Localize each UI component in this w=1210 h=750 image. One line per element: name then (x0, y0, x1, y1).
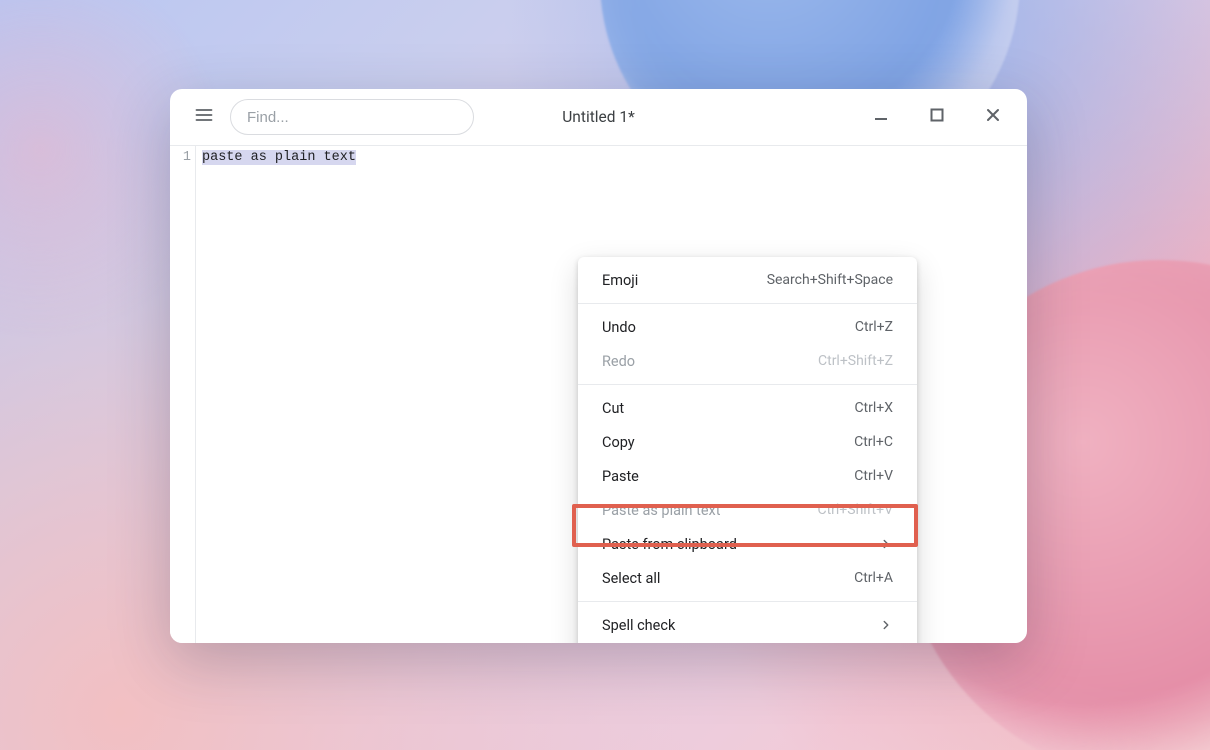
menu-item-label: Redo (602, 353, 635, 370)
menu-item-label: Undo (602, 319, 636, 336)
toolbar: Untitled 1* (170, 89, 1027, 145)
hamburger-icon (194, 105, 214, 129)
line-number: 1 (170, 150, 191, 165)
menu-item-paste-from-clipboard[interactable]: Paste from clipboard (578, 527, 917, 561)
window-controls (867, 103, 1013, 131)
menu-separator (578, 303, 917, 304)
menu-item-shortcut: Ctrl+C (854, 434, 893, 450)
menu-item-shortcut: Ctrl+Shift+V (817, 502, 893, 518)
menu-item-shortcut: Ctrl+X (854, 400, 893, 416)
search-field[interactable] (230, 99, 474, 135)
menu-item-shortcut: Ctrl+Z (855, 319, 893, 335)
menu-item-redo: Redo Ctrl+Shift+Z (578, 344, 917, 378)
menu-item-copy[interactable]: Copy Ctrl+C (578, 425, 917, 459)
menu-item-label: Select all (602, 570, 660, 587)
menu-item-paste[interactable]: Paste Ctrl+V (578, 459, 917, 493)
menu-separator (578, 601, 917, 602)
window-title: Untitled 1* (562, 108, 634, 126)
minimize-icon (873, 107, 889, 127)
text-editor-window: Untitled 1* (170, 89, 1027, 643)
selected-text: paste as plain text (202, 150, 356, 165)
menu-item-label: Cut (602, 400, 624, 417)
menu-item-emoji[interactable]: Emoji Search+Shift+Space (578, 263, 917, 297)
menu-item-shortcut: Ctrl+A (854, 570, 893, 586)
context-menu: Emoji Search+Shift+Space Undo Ctrl+Z Redo Ctr… (578, 257, 917, 643)
menu-item-label: Spell check (602, 617, 675, 634)
menu-item-label: Copy (602, 434, 635, 451)
menu-item-cut[interactable]: Cut Ctrl+X (578, 391, 917, 425)
chevron-right-icon (879, 618, 893, 632)
menu-item-shortcut: Ctrl+Shift+Z (818, 353, 893, 369)
line-gutter: 1 (170, 146, 196, 643)
close-icon (985, 107, 1001, 127)
menu-item-shortcut: Search+Shift+Space (767, 272, 893, 288)
menu-item-shortcut: Ctrl+V (854, 468, 893, 484)
menu-item-spell-check[interactable]: Spell check (578, 608, 917, 642)
search-input[interactable] (247, 109, 457, 126)
maximize-icon (929, 107, 945, 127)
menu-item-label: Paste from clipboard (602, 536, 737, 553)
close-button[interactable] (979, 103, 1007, 131)
menu-item-paste-as-plain-text: Paste as plain text Ctrl+Shift+V (578, 493, 917, 527)
chevron-right-icon (879, 537, 893, 551)
maximize-button[interactable] (923, 103, 951, 131)
minimize-button[interactable] (867, 103, 895, 131)
menu-item-label: Paste as plain text (602, 502, 721, 519)
desktop-wallpaper: Untitled 1* (0, 0, 1210, 750)
menu-item-writing-direction[interactable]: Writing Direction (578, 642, 917, 643)
menu-item-select-all[interactable]: Select all Ctrl+A (578, 561, 917, 595)
menu-item-label: Paste (602, 468, 639, 485)
menu-separator (578, 384, 917, 385)
menu-item-undo[interactable]: Undo Ctrl+Z (578, 310, 917, 344)
menu-button[interactable] (184, 97, 224, 137)
menu-item-label: Emoji (602, 272, 638, 289)
